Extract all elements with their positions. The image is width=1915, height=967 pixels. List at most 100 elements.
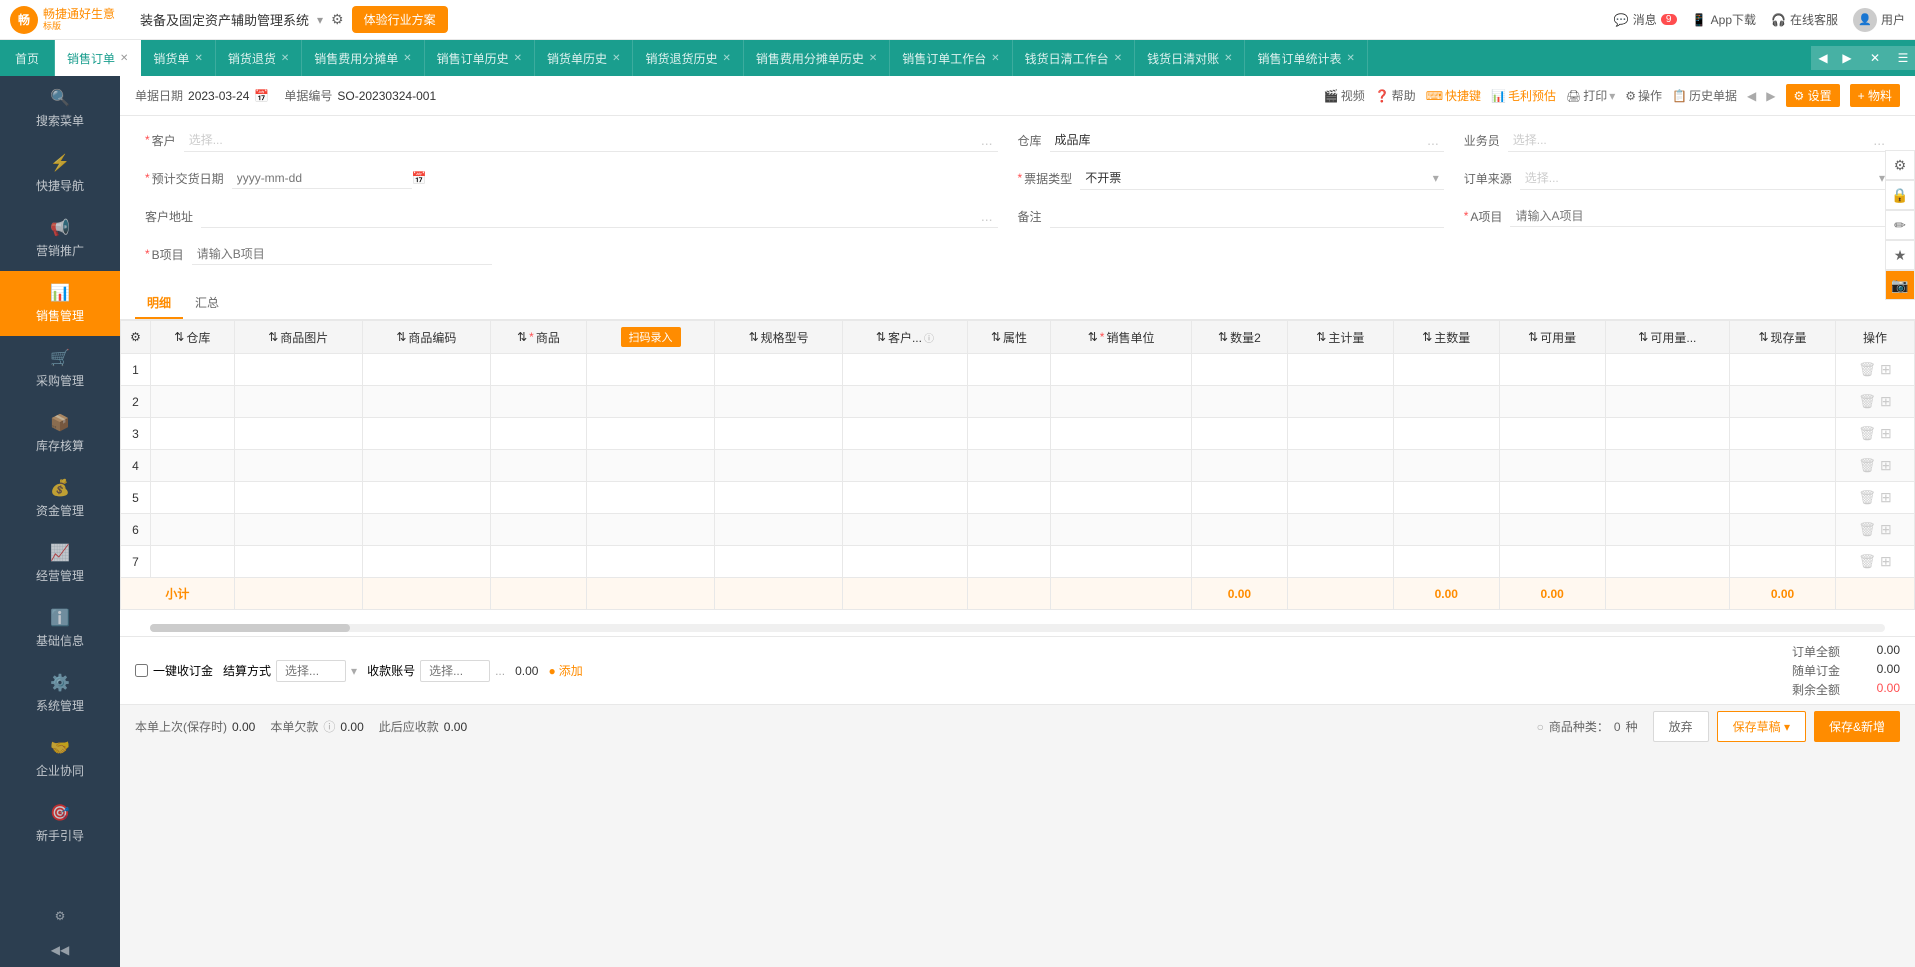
row-product[interactable] xyxy=(490,386,586,418)
sidebar-item-quicknav[interactable]: ⚡ 快捷导航 xyxy=(0,141,120,206)
row-warehouse[interactable] xyxy=(151,450,235,482)
row-unit[interactable] xyxy=(1051,418,1192,450)
row-spec[interactable] xyxy=(715,354,843,386)
row-qty2[interactable] xyxy=(1191,546,1287,578)
panel-scan-btn[interactable]: 📷 xyxy=(1885,270,1915,300)
sort-avail2-icon[interactable]: ⇅ xyxy=(1638,330,1648,344)
dropdown-icon[interactable]: ▾ xyxy=(317,13,323,27)
delete-icon[interactable]: 🗑 xyxy=(1858,553,1876,570)
sort-munit-icon[interactable]: ⇅ xyxy=(1316,330,1326,344)
sidebar-item-collab[interactable]: 🤝 企业协同 xyxy=(0,726,120,791)
scrollbar-thumb[interactable] xyxy=(150,624,350,632)
row-unit[interactable] xyxy=(1051,450,1192,482)
delete-icon[interactable]: 🗑 xyxy=(1858,489,1876,506)
sidebar-item-inventory[interactable]: 📦 库存核算 xyxy=(0,401,120,466)
help-btn[interactable]: ❓ 帮助 xyxy=(1375,87,1416,104)
row-main-unit[interactable] xyxy=(1287,450,1393,482)
invoice-dropdown-icon[interactable]: ▾ xyxy=(1433,171,1439,185)
salesperson-input[interactable]: 选择... ... xyxy=(1508,128,1890,152)
row-available2[interactable] xyxy=(1605,546,1729,578)
sidebar-item-baseinfo[interactable]: ℹ️ 基础信息 xyxy=(0,596,120,661)
row-product-code[interactable] xyxy=(362,386,490,418)
row-product[interactable] xyxy=(490,514,586,546)
row-qty2[interactable] xyxy=(1191,354,1287,386)
row-stock[interactable] xyxy=(1730,546,1836,578)
checkout-dropdown[interactable]: ▾ xyxy=(351,664,357,678)
row-product[interactable] xyxy=(490,418,586,450)
delivery-date-input[interactable] xyxy=(232,168,412,189)
row-main-qty[interactable] xyxy=(1393,546,1499,578)
copy-icon[interactable]: ⊞ xyxy=(1880,425,1892,442)
copy-icon[interactable]: ⊞ xyxy=(1880,489,1892,506)
row-spec[interactable] xyxy=(715,514,843,546)
sort-stock-icon[interactable]: ⇅ xyxy=(1758,330,1768,344)
row-product-img[interactable] xyxy=(234,546,362,578)
print-btn[interactable]: 🖨 打印 ▾ xyxy=(1566,87,1615,104)
sidebar-item-system[interactable]: ⚙️ 系统管理 xyxy=(0,661,120,726)
row-customer[interactable] xyxy=(843,450,967,482)
tab-order-workbench[interactable]: 销售订单工作台 ✕ xyxy=(890,40,1012,76)
copy-icon[interactable]: ⊞ xyxy=(1880,393,1892,410)
row-main-unit[interactable] xyxy=(1287,354,1393,386)
row-available2[interactable] xyxy=(1605,386,1729,418)
row-spec[interactable] xyxy=(715,482,843,514)
row-product-img[interactable] xyxy=(234,450,362,482)
account-input[interactable] xyxy=(420,660,490,682)
copy-icon[interactable]: ⊞ xyxy=(1880,521,1892,538)
remark-input[interactable] xyxy=(1050,204,1444,228)
row-customer[interactable] xyxy=(843,418,967,450)
sort-attr-icon[interactable]: ⇅ xyxy=(991,330,1001,344)
customer-dots[interactable]: ... xyxy=(981,132,993,148)
row-main-unit[interactable] xyxy=(1287,418,1393,450)
row-available2[interactable] xyxy=(1605,450,1729,482)
row-unit[interactable] xyxy=(1051,354,1192,386)
tab-daily-reconcile[interactable]: 钱货日清对账 ✕ xyxy=(1135,40,1245,76)
invoice-select[interactable]: 不开票 ▾ xyxy=(1080,166,1444,190)
industry-button[interactable]: 体验行业方案 xyxy=(352,6,448,33)
copy-icon[interactable]: ⊞ xyxy=(1880,361,1892,378)
row-customer[interactable] xyxy=(843,514,967,546)
tab-home[interactable]: 首页 xyxy=(0,40,55,76)
sidebar-item-sales[interactable]: 📊 销售管理 xyxy=(0,271,120,336)
row-warehouse[interactable] xyxy=(151,418,235,450)
operation-btn[interactable]: ⚙ 操作 xyxy=(1625,87,1662,104)
tab-invoice-history[interactable]: 销货单历史 ✕ xyxy=(535,40,633,76)
quick-checkout-checkbox[interactable] xyxy=(135,664,148,677)
sidebar-item-operations[interactable]: 📈 经营管理 xyxy=(0,531,120,596)
tab-detail[interactable]: 明细 xyxy=(135,288,183,319)
sidebar-item-guide[interactable]: 🎯 新手引导 xyxy=(0,791,120,856)
sidebar-item-search[interactable]: 🔍 搜索菜单 xyxy=(0,76,120,141)
row-product-code[interactable] xyxy=(362,482,490,514)
tab-summary[interactable]: 汇总 xyxy=(183,288,231,319)
row-product[interactable] xyxy=(490,482,586,514)
nav-next[interactable]: ▶ xyxy=(1835,46,1859,70)
address-input[interactable]: ... xyxy=(201,204,997,228)
row-available2[interactable] xyxy=(1605,354,1729,386)
row-qty2[interactable] xyxy=(1191,418,1287,450)
sort-qty2-icon[interactable]: ⇅ xyxy=(1218,330,1228,344)
sidebar-item-marketing[interactable]: 📢 营销推广 xyxy=(0,206,120,271)
shortcut-btn[interactable]: ⌨ 快捷键 xyxy=(1426,87,1481,104)
salesperson-dots[interactable]: ... xyxy=(1873,132,1885,148)
delete-icon[interactable]: 🗑 xyxy=(1858,521,1876,538)
row-product[interactable] xyxy=(490,546,586,578)
tab-sales-expense[interactable]: 销售费用分摊单 ✕ xyxy=(302,40,424,76)
row-stock[interactable] xyxy=(1730,386,1836,418)
tab-sales-return[interactable]: 销货退货 ✕ xyxy=(216,40,302,76)
sidebar-toggle-btn[interactable]: ◀◀ xyxy=(0,933,120,967)
tab-expense-history[interactable]: 销售费用分摊单历史 ✕ xyxy=(744,40,890,76)
row-attribute[interactable] xyxy=(967,354,1051,386)
row-main-unit[interactable] xyxy=(1287,514,1393,546)
a-project-input[interactable] xyxy=(1510,206,1890,227)
row-available[interactable] xyxy=(1499,354,1605,386)
online-service-button[interactable]: 🎧 在线客服 xyxy=(1771,11,1838,28)
sort-code-icon[interactable]: ⇅ xyxy=(396,330,406,344)
scrollbar-track[interactable] xyxy=(150,624,1885,632)
row-product-code[interactable] xyxy=(362,354,490,386)
delete-icon[interactable]: 🗑 xyxy=(1858,393,1876,410)
row-customer[interactable] xyxy=(843,482,967,514)
row-main-qty[interactable] xyxy=(1393,514,1499,546)
row-available2[interactable] xyxy=(1605,482,1729,514)
row-warehouse[interactable] xyxy=(151,482,235,514)
add-material-btn[interactable]: + 物料 xyxy=(1850,84,1900,107)
